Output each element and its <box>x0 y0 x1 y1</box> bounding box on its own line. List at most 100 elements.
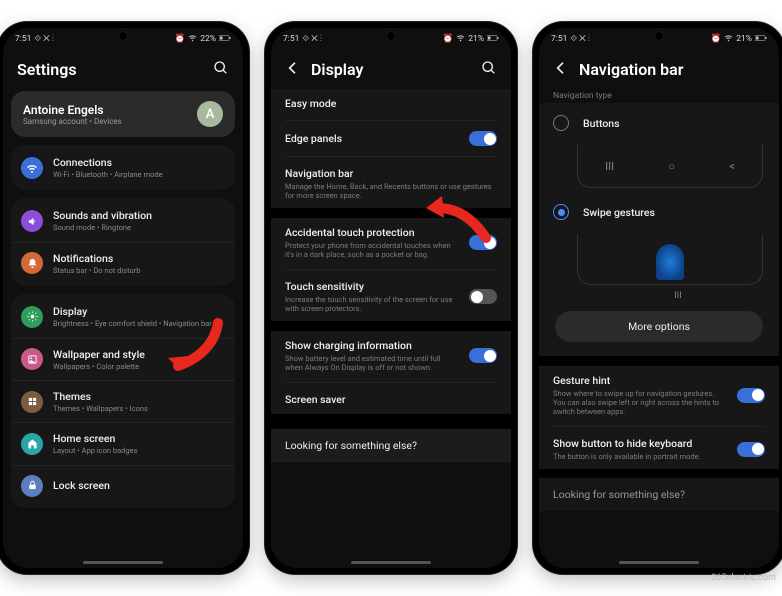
row-title: Navigation bar <box>285 167 497 180</box>
bell-icon <box>21 252 43 274</box>
row-title: Touch sensitivity <box>285 280 459 293</box>
radio-buttons-option[interactable]: Buttons <box>539 107 779 139</box>
battery-percent: 21% <box>736 34 752 44</box>
home-icon <box>21 433 43 455</box>
back-icon[interactable] <box>553 60 569 79</box>
row-title: Connections <box>53 156 225 169</box>
screen-settings: 7:51 ⟐ ✕ ⋮ ⏰ 22% Settings <box>3 28 243 568</box>
account-name: Antoine Engels <box>23 103 122 117</box>
gesture-hint-bar: III <box>577 291 779 301</box>
display-icon <box>21 306 43 328</box>
home-indicator[interactable] <box>351 561 431 564</box>
toggle-edge[interactable] <box>469 131 497 146</box>
row-connections[interactable]: Connections Wi-Fi • Bluetooth • Airplane… <box>11 147 235 188</box>
row-title: Sounds and vibration <box>53 209 225 222</box>
row-title: Gesture hint <box>553 374 727 387</box>
footer-prompt[interactable]: Looking for something else? <box>271 428 511 462</box>
row-title: Home screen <box>53 432 225 445</box>
clock: 7:51 <box>15 34 31 44</box>
themes-icon <box>21 391 43 413</box>
row-title: Show button to hide keyboard <box>553 437 727 450</box>
row-screen-saver[interactable]: Screen saver <box>271 385 511 414</box>
divider <box>285 156 497 157</box>
row-sub: Manage the Home, Back, and Recents butto… <box>285 182 497 200</box>
group-connections: Connections Wi-Fi • Bluetooth • Airplane… <box>11 145 235 190</box>
row-title: Show charging information <box>285 339 459 352</box>
battery-percent: 21% <box>468 34 484 44</box>
toggle-accidental[interactable] <box>469 235 497 250</box>
toggle-gesture-hint[interactable] <box>737 388 765 403</box>
alarm-icon: ⏰ <box>443 34 454 44</box>
row-easy-mode[interactable]: Easy mode <box>271 89 511 118</box>
search-icon[interactable] <box>481 60 497 79</box>
search-icon[interactable] <box>213 60 229 79</box>
radio-icon[interactable] <box>553 204 569 220</box>
alarm-icon: ⏰ <box>175 34 186 44</box>
group-sound-notif: Sounds and vibration Sound mode • Ringto… <box>11 198 235 286</box>
battery-icon <box>219 34 231 45</box>
phone-2: 7:51 ⟐ ✕ ⋮ ⏰ 21% <box>265 22 517 574</box>
phone-3: 7:51 ⟐ ✕ ⋮ ⏰ 21% <box>533 22 782 574</box>
gesture-pill-icon <box>656 244 684 280</box>
front-camera <box>386 31 396 41</box>
group-gap <box>271 208 511 218</box>
group-gap <box>271 321 511 331</box>
row-title: Themes <box>53 390 225 403</box>
row-hide-keyboard[interactable]: Show button to hide keyboard The button … <box>539 429 779 469</box>
row-sub: Protect your phone from accidental touch… <box>285 241 459 259</box>
more-options-button[interactable]: More options <box>555 311 763 342</box>
footer-prompt[interactable]: Looking for something else? <box>539 477 779 511</box>
toggle-sensitivity[interactable] <box>469 289 497 304</box>
group-gap <box>539 356 779 366</box>
row-gesture-hint[interactable]: Gesture hint Show where to swipe up for … <box>539 366 779 424</box>
row-sub: Increase the touch sensitivity of the sc… <box>285 295 459 313</box>
row-sub: Show battery level and estimated time un… <box>285 354 459 372</box>
row-title: Notifications <box>53 252 225 265</box>
row-accidental-touch[interactable]: Accidental touch protection Protect your… <box>271 218 511 267</box>
screen-display: 7:51 ⟐ ✕ ⋮ ⏰ 21% <box>271 28 511 568</box>
row-notifications[interactable]: Notifications Status bar • Do not distur… <box>11 243 235 284</box>
alarm-icon: ⏰ <box>711 34 722 44</box>
toggle-charging[interactable] <box>469 348 497 363</box>
account-sub: Samsung account • Devices <box>23 117 122 126</box>
option-label: Buttons <box>583 117 620 130</box>
row-title: Wallpaper and style <box>53 348 225 361</box>
radio-icon[interactable] <box>553 115 569 131</box>
row-display[interactable]: Display Brightness • Eye comfort shield … <box>11 296 235 338</box>
row-sub: Show where to swipe up for navigation ge… <box>553 389 727 416</box>
sound-icon <box>21 210 43 232</box>
account-card[interactable]: Antoine Engels Samsung account • Devices… <box>11 91 235 137</box>
home-indicator[interactable] <box>619 561 699 564</box>
row-wallpaper[interactable]: Wallpaper and style Wallpapers • Color p… <box>11 339 235 381</box>
row-home-screen[interactable]: Home screen Layout • App icon badges <box>11 423 235 465</box>
row-lock-screen[interactable]: Lock screen <box>11 466 235 506</box>
wifi-circle-icon <box>21 157 43 179</box>
row-title: Accidental touch protection <box>285 226 459 239</box>
buttons-preview: III ○ < <box>577 145 763 188</box>
back-icon[interactable] <box>285 60 301 79</box>
row-title: Edge panels <box>285 132 342 145</box>
row-themes[interactable]: Themes Themes • Wallpapers • Icons <box>11 381 235 423</box>
avatar[interactable]: A <box>197 101 223 127</box>
section-navigation-type: Navigation type <box>539 87 779 103</box>
row-touch-sensitivity[interactable]: Touch sensitivity Increase the touch sen… <box>271 272 511 321</box>
row-navigation-bar[interactable]: Navigation bar Manage the Home, Back, an… <box>271 159 511 208</box>
status-icons-left: ⟐ ✕ ⋮ <box>570 34 590 44</box>
wifi-icon <box>456 33 465 45</box>
row-edge-panels[interactable]: Edge panels <box>271 123 511 154</box>
page-title: Display <box>311 60 363 79</box>
row-sounds[interactable]: Sounds and vibration Sound mode • Ringto… <box>11 200 235 242</box>
watermark: 365electric.com <box>711 573 776 583</box>
group-gap <box>539 469 779 477</box>
header: Navigation bar <box>539 50 779 87</box>
page-title: Navigation bar <box>579 60 684 79</box>
toggle-hide-keyboard[interactable] <box>737 442 765 457</box>
home-indicator[interactable] <box>83 561 163 564</box>
row-sub: Wi-Fi • Bluetooth • Airplane mode <box>53 170 225 179</box>
front-camera <box>118 31 128 41</box>
row-title: Display <box>53 305 225 318</box>
recents-icon: III <box>605 160 614 173</box>
row-charging-info[interactable]: Show charging information Show battery l… <box>271 331 511 380</box>
radio-swipe-option[interactable]: Swipe gestures <box>539 196 779 228</box>
divider <box>285 269 497 270</box>
